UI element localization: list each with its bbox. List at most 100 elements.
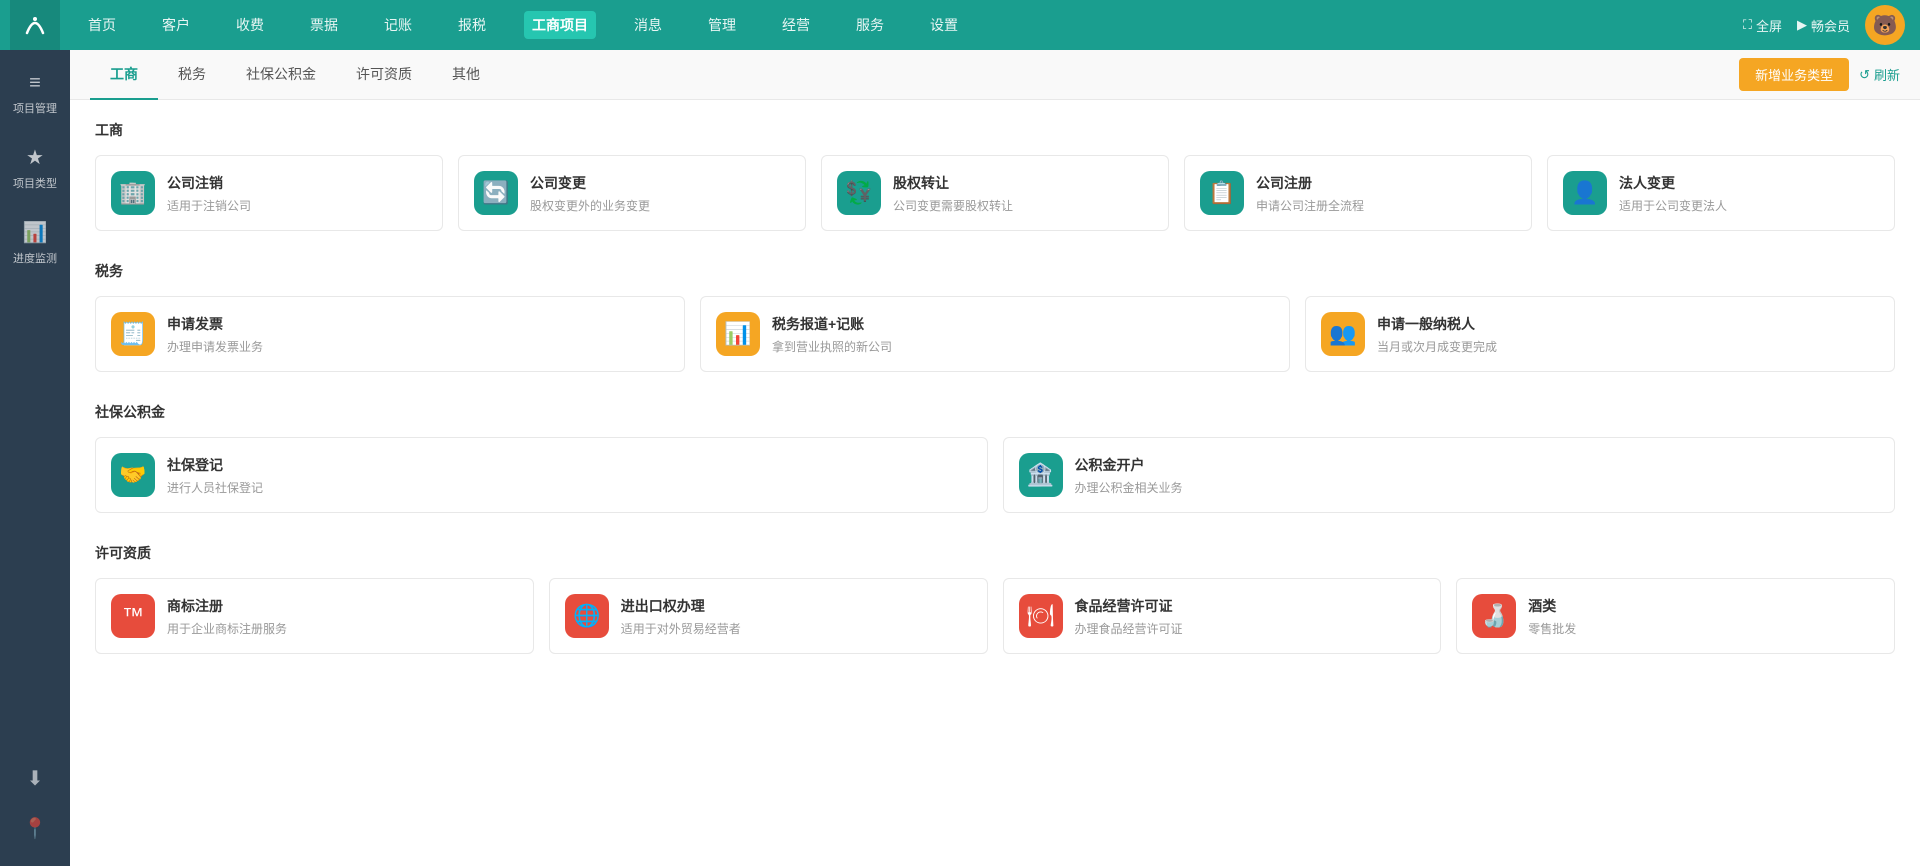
card-title-进出口权办理: 进出口权办理 xyxy=(621,596,741,616)
cards-grid-许可资质: ™商标注册用于企业商标注册服务 🌐 进出口权办理适用于对外贸易经营者 🍽食品经营许可证… xyxy=(95,578,1895,654)
nav-item-票据[interactable]: 票据 xyxy=(302,11,346,39)
fullscreen-label: 全屏 xyxy=(1756,16,1782,35)
tabs-bar: 工商税务社保公积金许可资质其他 新增业务类型 ↺ 刷新 xyxy=(70,50,1920,100)
sidebar: ≡ 项目管理 ★ 项目类型 📊 进度监测 ⬇ 📍 xyxy=(0,50,70,866)
service-card-法人变更[interactable]: 👤法人变更适用于公司变更法人 xyxy=(1547,155,1895,231)
sidebar-location-button[interactable]: 📍 xyxy=(0,806,70,851)
card-info-商标注册: 商标注册用于企业商标注册服务 xyxy=(167,596,287,637)
card-icon-进出口权办理: 🌐 xyxy=(565,594,609,638)
member-button[interactable]: ▶ 畅会员 xyxy=(1797,16,1850,35)
card-icon-酒类: 🍶 xyxy=(1472,594,1516,638)
tab-其他[interactable]: 其他 xyxy=(432,50,500,100)
card-title-商标注册: 商标注册 xyxy=(167,596,287,616)
nav-item-报税[interactable]: 报税 xyxy=(450,11,494,39)
sidebar-download-button[interactable]: ⬇ xyxy=(0,756,70,801)
sidebar-label-progress-monitor: 进度监测 xyxy=(13,250,57,266)
play-icon: ▶ xyxy=(1797,17,1807,33)
sidebar-item-progress-monitor[interactable]: 📊 进度监测 xyxy=(0,208,70,278)
card-title-公司注销: 公司注销 xyxy=(167,173,251,193)
card-icon-公司变更: 🔄 xyxy=(474,171,518,215)
tab-actions: 新增业务类型 ↺ 刷新 xyxy=(1739,58,1900,91)
card-desc-食品经营许可证: 办理食品经营许可证 xyxy=(1075,620,1183,637)
card-title-公司注册: 公司注册 xyxy=(1256,173,1364,193)
star-icon: ★ xyxy=(26,145,44,170)
section-title-社保公积金: 社保公积金 xyxy=(95,402,1895,422)
card-info-申请一般纳税人: 申请一般纳税人当月或次月成变更完成 xyxy=(1377,314,1497,355)
card-info-酒类: 酒类零售批发 xyxy=(1528,596,1576,637)
card-title-社保登记: 社保登记 xyxy=(167,455,263,475)
sidebar-item-project-management[interactable]: ≡ 项目管理 xyxy=(0,60,70,128)
nav-item-记账[interactable]: 记账 xyxy=(376,11,420,39)
nav-item-管理[interactable]: 管理 xyxy=(700,11,744,39)
sidebar-label-project-type: 项目类型 xyxy=(13,175,57,191)
new-type-button[interactable]: 新增业务类型 xyxy=(1739,58,1849,91)
nav-item-收费[interactable]: 收费 xyxy=(228,11,272,39)
service-card-公积金开户[interactable]: 🏦公积金开户办理公积金相关业务 xyxy=(1003,437,1896,513)
card-info-社保登记: 社保登记进行人员社保登记 xyxy=(167,455,263,496)
card-desc-社保登记: 进行人员社保登记 xyxy=(167,479,263,496)
card-icon-公司注册: 📋 xyxy=(1200,171,1244,215)
refresh-icon: ↺ xyxy=(1859,67,1870,83)
card-info-食品经营许可证: 食品经营许可证办理食品经营许可证 xyxy=(1075,596,1183,637)
nav-item-客户[interactable]: 客户 xyxy=(154,11,198,39)
cards-grid-税务: 🧾申请发票办理申请发票业务 📊 税务报道+记账拿到营业执照的新公司 👥 申请一般纳税人当… xyxy=(95,296,1895,372)
service-card-公司注册[interactable]: 📋 公司注册申请公司注册全流程 xyxy=(1184,155,1532,231)
tab-税务[interactable]: 税务 xyxy=(158,50,226,100)
card-desc-申请一般纳税人: 当月或次月成变更完成 xyxy=(1377,338,1497,355)
nav-item-设置[interactable]: 设置 xyxy=(922,11,966,39)
nav-item-工商项目[interactable]: 工商项目 xyxy=(524,11,596,39)
cards-grid-工商: 🏢公司注销适用于注销公司 🔄 公司变更股权变更外的业务变更 💱 股权转让公司变更需要股权… xyxy=(95,155,1895,231)
card-desc-进出口权办理: 适用于对外贸易经营者 xyxy=(621,620,741,637)
service-card-公司变更[interactable]: 🔄 公司变更股权变更外的业务变更 xyxy=(458,155,806,231)
service-card-申请发票[interactable]: 🧾申请发票办理申请发票业务 xyxy=(95,296,685,372)
member-label: 畅会员 xyxy=(1811,16,1850,35)
card-title-税务报道+记账: 税务报道+记账 xyxy=(772,314,892,334)
card-info-股权转让: 股权转让公司变更需要股权转让 xyxy=(893,173,1013,214)
card-desc-公积金开户: 办理公积金相关业务 xyxy=(1075,479,1183,496)
sidebar-item-project-type[interactable]: ★ 项目类型 xyxy=(0,133,70,203)
list-icon: ≡ xyxy=(29,72,41,95)
nav-menu: 首页 客户 收费 票据 记账 报税 工商项目 消息 管理 经营 服务 设置 xyxy=(60,11,1743,39)
fullscreen-button[interactable]: ⛶ 全屏 xyxy=(1743,16,1782,35)
card-icon-社保登记: 🤝 xyxy=(111,453,155,497)
service-card-进出口权办理[interactable]: 🌐 进出口权办理适用于对外贸易经营者 xyxy=(549,578,988,654)
tab-社保公积金[interactable]: 社保公积金 xyxy=(226,50,336,100)
top-navigation: 首页 客户 收费 票据 记账 报税 工商项目 消息 管理 经营 服务 设置 ⛶ 全屏 ▶ 畅会员 🐻 xyxy=(0,0,1920,50)
service-card-申请一般纳税人[interactable]: 👥 申请一般纳税人当月或次月成变更完成 xyxy=(1305,296,1895,372)
card-desc-法人变更: 适用于公司变更法人 xyxy=(1619,197,1727,214)
card-icon-股权转让: 💱 xyxy=(837,171,881,215)
card-icon-税务报道+记账: 📊 xyxy=(716,312,760,356)
card-desc-股权转让: 公司变更需要股权转让 xyxy=(893,197,1013,214)
nav-item-服务[interactable]: 服务 xyxy=(848,11,892,39)
user-avatar[interactable]: 🐻 xyxy=(1865,5,1905,45)
service-card-酒类[interactable]: 🍶 酒类零售批发 xyxy=(1456,578,1895,654)
refresh-button[interactable]: ↺ 刷新 xyxy=(1859,65,1900,84)
logo[interactable] xyxy=(10,0,60,50)
card-desc-公司变更: 股权变更外的业务变更 xyxy=(530,197,650,214)
card-title-股权转让: 股权转让 xyxy=(893,173,1013,193)
service-card-食品经营许可证[interactable]: 🍽食品经营许可证办理食品经营许可证 xyxy=(1003,578,1442,654)
service-card-社保登记[interactable]: 🤝 社保登记进行人员社保登记 xyxy=(95,437,988,513)
sidebar-bottom: ⬇ 📍 xyxy=(0,756,70,866)
card-desc-公司注册: 申请公司注册全流程 xyxy=(1256,197,1364,214)
nav-item-首页[interactable]: 首页 xyxy=(80,11,124,39)
card-title-公司变更: 公司变更 xyxy=(530,173,650,193)
service-card-税务报道+记账[interactable]: 📊 税务报道+记账拿到营业执照的新公司 xyxy=(700,296,1290,372)
nav-item-消息[interactable]: 消息 xyxy=(626,11,670,39)
service-card-股权转让[interactable]: 💱 股权转让公司变更需要股权转让 xyxy=(821,155,1169,231)
tab-工商[interactable]: 工商 xyxy=(90,50,158,100)
card-icon-公积金开户: 🏦 xyxy=(1019,453,1063,497)
card-icon-申请一般纳税人: 👥 xyxy=(1321,312,1365,356)
card-title-申请一般纳税人: 申请一般纳税人 xyxy=(1377,314,1497,334)
service-card-商标注册[interactable]: ™商标注册用于企业商标注册服务 xyxy=(95,578,534,654)
card-title-酒类: 酒类 xyxy=(1528,596,1576,616)
card-title-食品经营许可证: 食品经营许可证 xyxy=(1075,596,1183,616)
card-desc-税务报道+记账: 拿到营业执照的新公司 xyxy=(772,338,892,355)
tab-许可资质[interactable]: 许可资质 xyxy=(336,50,432,100)
content-area: 工商税务社保公积金许可资质其他 新增业务类型 ↺ 刷新 工商 🏢公司注销适用于注销… xyxy=(70,50,1920,866)
card-info-税务报道+记账: 税务报道+记账拿到营业执照的新公司 xyxy=(772,314,892,355)
card-title-申请发票: 申请发票 xyxy=(167,314,263,334)
sidebar-label-project-management: 项目管理 xyxy=(13,100,57,116)
service-card-公司注销[interactable]: 🏢公司注销适用于注销公司 xyxy=(95,155,443,231)
nav-item-经营[interactable]: 经营 xyxy=(774,11,818,39)
